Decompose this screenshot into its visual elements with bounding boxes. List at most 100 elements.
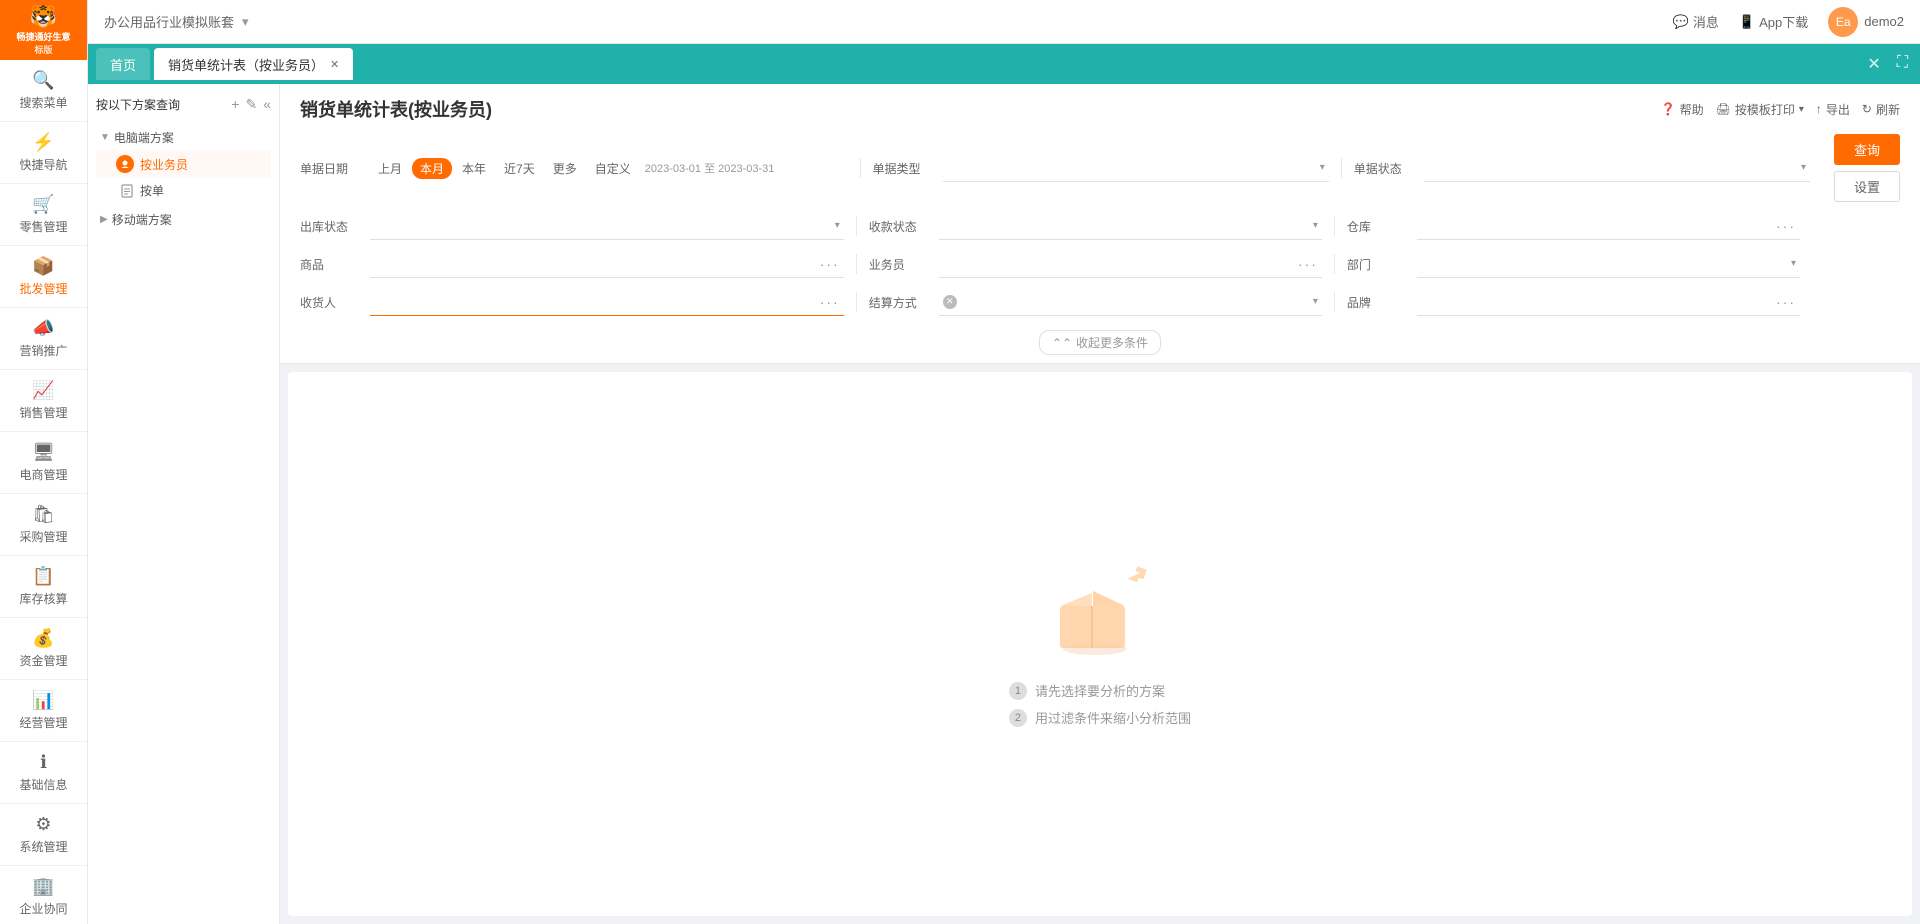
scheme-item-by-salesperson[interactable]: 按业务员 — [96, 150, 271, 178]
sidebar-item-finance[interactable]: 💰 资金管理 — [0, 618, 87, 680]
query-btn-area: 查询 设置 — [1822, 134, 1900, 202]
consignee-dots-icon: ··· — [820, 294, 840, 310]
search-icon: 🔍 — [0, 70, 87, 91]
collapse-button[interactable]: ⌃⌃ 收起更多条件 — [1039, 330, 1161, 355]
message-label: 消息 — [1693, 12, 1719, 31]
date-tab-thisyear[interactable]: 本年 — [454, 158, 494, 179]
app-download-btn[interactable]: 📱 App下载 — [1739, 12, 1808, 31]
doc-type-arrow-icon: ▾ — [1320, 162, 1325, 173]
settle-clear-icon[interactable]: ✕ — [943, 295, 957, 309]
quicknav-icon: ⚡ — [0, 132, 87, 153]
refresh-btn[interactable]: ↻ 刷新 — [1862, 101, 1900, 118]
sidebar-item-search[interactable]: 🔍 搜索菜单 — [0, 60, 87, 122]
desktop-scheme-group: ▼ 电脑端方案 按业务员 — [96, 125, 271, 203]
settle-select[interactable]: ✕ ▾ — [939, 288, 1322, 316]
page-content: 按以下方案查询 + ✎ « ▼ 电脑端方案 按业务员 — [88, 84, 1920, 924]
date-tab-lastmonth[interactable]: 上月 — [370, 158, 410, 179]
message-icon: 💬 — [1673, 14, 1689, 30]
sales-icon: 📈 — [0, 380, 87, 401]
sidebar-label-sys: 系统管理 — [0, 838, 87, 855]
scheme-item-by-order[interactable]: 按单 — [96, 178, 271, 203]
tab-sales-stat[interactable]: 销货单统计表（按业务员） ✕ — [154, 48, 353, 80]
dropdown-arrow-icon[interactable]: ▾ — [242, 14, 249, 30]
right-content: 销货单统计表(按业务员) ❓ 帮助 🖨 按模板打印 ↑ 导出 — [280, 84, 1920, 924]
date-tab-thismonth[interactable]: 本月 — [412, 158, 452, 179]
sidebar-label-retail: 零售管理 — [0, 218, 87, 235]
sidebar-item-quicknav[interactable]: ⚡ 快捷导航 — [0, 122, 87, 184]
sidebar-item-biz[interactable]: 📊 经营管理 — [0, 680, 87, 742]
desktop-group-header[interactable]: ▼ 电脑端方案 — [96, 125, 271, 150]
edit-scheme-icon[interactable]: ✎ — [245, 96, 257, 113]
hint-num-1: 1 — [1009, 682, 1027, 700]
refresh-icon: ↻ — [1862, 102, 1872, 116]
close-tab-btn[interactable]: ✕ — [1863, 54, 1884, 74]
date-tab-last7[interactable]: 近7天 — [496, 158, 543, 179]
tab-close-icon[interactable]: ✕ — [330, 58, 339, 71]
mobile-group-header[interactable]: ▶ 移动端方案 — [96, 207, 271, 232]
panel-header-icons: + ✎ « — [231, 96, 271, 113]
salesperson-scheme-label: 按业务员 — [140, 156, 188, 173]
order-scheme-label: 按单 — [140, 182, 164, 199]
settings-button[interactable]: 设置 — [1834, 171, 1900, 202]
warehouse-select[interactable]: ··· — [1417, 212, 1800, 240]
sidebar-item-ecom[interactable]: 🖥 电商管理 — [0, 432, 87, 494]
tab-home[interactable]: 首页 — [96, 48, 150, 80]
goods-dots-icon: ··· — [820, 256, 840, 272]
base-icon: ℹ — [0, 752, 87, 773]
doc-type-select[interactable]: ▾ — [943, 154, 1329, 182]
brand-select[interactable]: ··· — [1417, 288, 1800, 316]
warehouse-dots-icon: ··· — [1776, 218, 1796, 234]
sidebar-item-purchase[interactable]: 🛍 采购管理 — [0, 494, 87, 556]
collapse-panel-icon[interactable]: « — [263, 96, 271, 113]
app-logo[interactable]: 🐯 畅捷通好生意 标版 — [0, 0, 88, 60]
sidebar-label-search: 搜索菜单 — [0, 94, 87, 111]
empty-illustration — [1040, 561, 1160, 661]
user-menu-btn[interactable]: Ea demo2 — [1828, 7, 1904, 37]
consignee-input[interactable]: ··· — [370, 288, 844, 316]
corp-icon: 🏢 — [0, 876, 87, 897]
query-buttons: 查询 设置 — [1834, 134, 1900, 202]
avatar: Ea — [1828, 7, 1858, 37]
doc-status-select[interactable]: ▾ — [1424, 154, 1810, 182]
stock-icon: 📋 — [0, 566, 87, 587]
recv-status-arrow-icon: ▾ — [1313, 220, 1318, 231]
goods-select[interactable]: ··· — [370, 250, 844, 278]
sidebar-item-sales[interactable]: 📈 销售管理 — [0, 370, 87, 432]
help-icon: ❓ — [1661, 102, 1676, 116]
template-print-label: 按模板打印 — [1735, 101, 1795, 118]
refresh-label: 刷新 — [1876, 101, 1900, 118]
export-btn[interactable]: ↑ 导出 — [1816, 101, 1850, 118]
sidebar-item-stock[interactable]: 📋 库存核算 — [0, 556, 87, 618]
main-area: 办公用品行业模拟账套 ▾ 💬 消息 📱 App下载 Ea demo2 首页 销货… — [88, 0, 1920, 924]
hint-text-2: 用过滤条件来缩小分析范围 — [1035, 708, 1191, 727]
date-tab-custom[interactable]: 自定义 — [587, 158, 639, 179]
out-status-label: 出库状态 — [300, 218, 370, 235]
filter-area: 单据日期 上月 本月 本年 近7天 更多 自定义 2023-03-01 至 20… — [300, 134, 1900, 363]
out-status-select[interactable]: ▾ — [370, 212, 844, 240]
sidebar-item-wholesale[interactable]: 📦 批发管理 — [0, 246, 87, 308]
help-btn[interactable]: ❓ 帮助 — [1661, 101, 1704, 118]
sidebar-item-corp[interactable]: 🏢 企业协同 — [0, 866, 87, 924]
consignee-label: 收货人 — [300, 294, 370, 311]
sidebar-label-quicknav: 快捷导航 — [0, 156, 87, 173]
dept-select[interactable]: ▾ — [1417, 250, 1800, 278]
wholesale-icon: 📦 — [0, 256, 87, 277]
empty-svg — [1040, 561, 1160, 661]
sidebar-item-base[interactable]: ℹ 基础信息 — [0, 742, 87, 804]
add-scheme-icon[interactable]: + — [231, 96, 239, 113]
template-print-btn[interactable]: 🖨 按模板打印 — [1716, 101, 1804, 118]
salesperson-select[interactable]: ··· — [939, 250, 1322, 278]
topbar-right: 💬 消息 📱 App下载 Ea demo2 — [1673, 7, 1904, 37]
print-icon: 🖨 — [1716, 102, 1731, 116]
recv-status-select[interactable]: ▾ — [939, 212, 1322, 240]
collapse-row: ⌃⌃ 收起更多条件 — [300, 322, 1900, 363]
expand-tab-btn[interactable]: ⛶ — [1893, 54, 1912, 74]
sidebar-item-marketing[interactable]: 📣 营销推广 — [0, 308, 87, 370]
brand-dots-icon: ··· — [1776, 294, 1796, 310]
sidebar-item-sys[interactable]: ⚙ 系统管理 — [0, 804, 87, 866]
sidebar-label-marketing: 营销推广 — [0, 342, 87, 359]
sidebar-item-retail[interactable]: 🛒 零售管理 — [0, 184, 87, 246]
message-btn[interactable]: 💬 消息 — [1673, 12, 1719, 31]
date-tab-more[interactable]: 更多 — [545, 158, 585, 179]
query-button[interactable]: 查询 — [1834, 134, 1900, 165]
